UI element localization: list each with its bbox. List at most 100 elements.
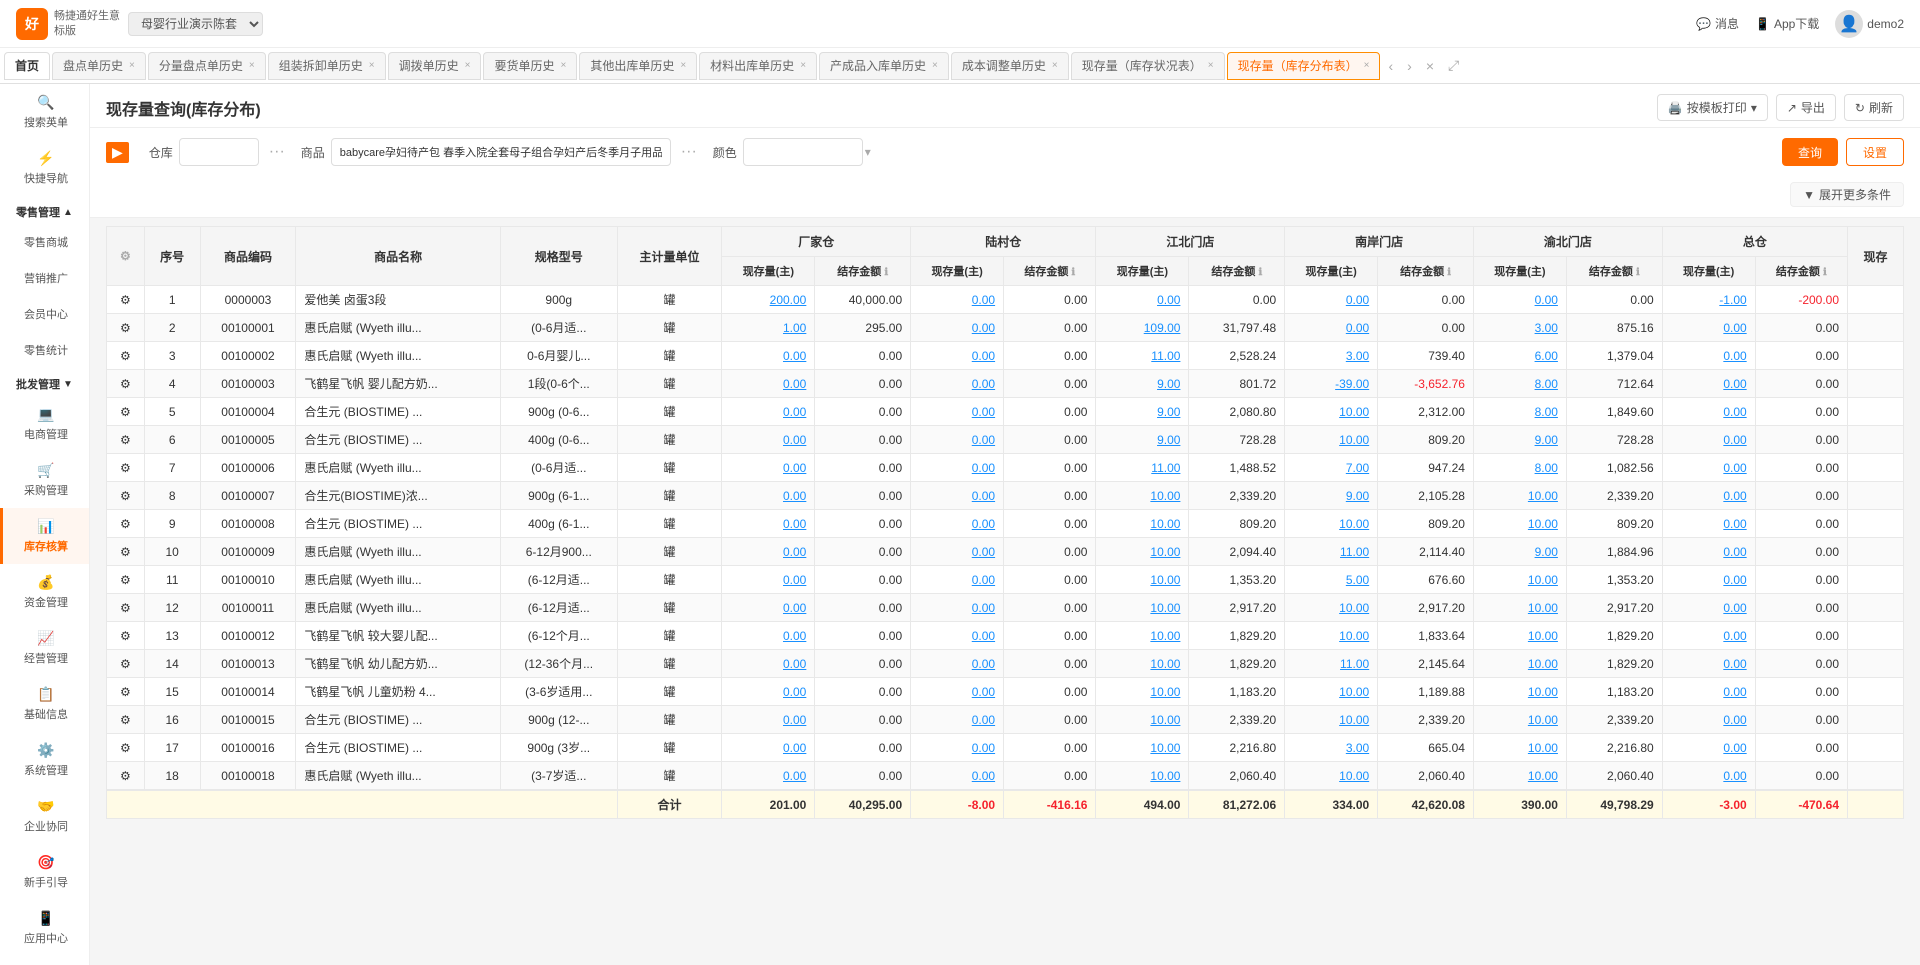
cell-jb-qty[interactable]: 9.00 [1096,426,1189,454]
cell-total-qty[interactable]: 0.00 [1662,482,1755,510]
tab-close-all-btn[interactable]: × [1420,58,1440,74]
cell-yb-qty[interactable]: 9.00 [1473,538,1566,566]
cell-yb-qty[interactable]: 10.00 [1473,762,1566,791]
tab-t8[interactable]: 产成品入库单历史 × [819,52,949,80]
cell-jb-qty[interactable]: 10.00 [1096,566,1189,594]
col-gear[interactable]: ⚙ [107,227,145,286]
cell-fc-qty[interactable]: 0.00 [722,734,815,762]
sidebar-item-inventory[interactable]: 📊 库存核算 [0,508,89,564]
cell-yb-qty[interactable]: 10.00 [1473,678,1566,706]
tab-t9[interactable]: 成本调整单历史 × [951,52,1069,80]
cell-yb-qty[interactable]: 3.00 [1473,314,1566,342]
cell-jb-qty[interactable]: 10.00 [1096,734,1189,762]
expand-btn[interactable]: ▶ [106,142,129,163]
cell-lc-qty[interactable]: 0.00 [911,370,1004,398]
cell-fc-qty[interactable]: 0.00 [722,370,815,398]
cell-na-qty[interactable]: 10.00 [1285,594,1378,622]
close-tab-t10[interactable]: × [1208,60,1214,71]
cell-fc-qty[interactable]: 0.00 [722,622,815,650]
cell-fc-qty[interactable]: 0.00 [722,594,815,622]
cell-na-qty[interactable]: 11.00 [1285,650,1378,678]
cell-lc-qty[interactable]: 0.00 [911,734,1004,762]
sidebar-item-apps[interactable]: 📱 应用中心 [0,900,89,956]
cell-na-qty[interactable]: 10.00 [1285,622,1378,650]
sidebar-item-marketing[interactable]: 营销推广 [0,260,89,296]
cell-total-qty[interactable]: 0.00 [1662,650,1755,678]
cell-lc-qty[interactable]: 0.00 [911,706,1004,734]
tab-t7[interactable]: 材料出库单历史 × [699,52,817,80]
cell-gear[interactable]: ⚙ [107,734,145,762]
close-tab-t6[interactable]: × [680,60,686,71]
cell-total-qty[interactable]: 0.00 [1662,370,1755,398]
warehouse-dots[interactable]: ··· [269,143,285,161]
tab-t1[interactable]: 盘点单历史 × [52,52,146,80]
cell-yb-qty[interactable]: 10.00 [1473,594,1566,622]
jb-amt-info-icon[interactable]: ℹ [1258,267,1262,278]
sidebar-item-operations[interactable]: 📈 经营管理 [0,620,89,676]
sidebar-item-weixin[interactable]: 💬 企业微信 [0,956,89,965]
tab-t4[interactable]: 调拨单历史 × [388,52,482,80]
cell-na-qty[interactable]: 10.00 [1285,678,1378,706]
cell-yb-qty[interactable]: 10.00 [1473,566,1566,594]
sidebar-item-search[interactable]: 🔍 搜索英单 [0,84,89,140]
cell-jb-qty[interactable]: 10.00 [1096,538,1189,566]
cell-total-qty[interactable]: 0.00 [1662,734,1755,762]
cell-gear[interactable]: ⚙ [107,538,145,566]
cell-jb-qty[interactable]: 10.00 [1096,678,1189,706]
close-tab-t7[interactable]: × [800,60,806,71]
cell-jb-qty[interactable]: 10.00 [1096,622,1189,650]
cell-fc-qty[interactable]: 0.00 [722,762,815,791]
sidebar-item-member[interactable]: 会员中心 [0,296,89,332]
cell-total-qty[interactable]: 0.00 [1662,678,1755,706]
cell-jb-qty[interactable]: 9.00 [1096,370,1189,398]
na-amt-info-icon[interactable]: ℹ [1447,267,1451,278]
cell-lc-qty[interactable]: 0.00 [911,482,1004,510]
sidebar-item-retail-stats[interactable]: 零售统计 [0,332,89,368]
cell-total-qty[interactable]: 0.00 [1662,510,1755,538]
sidebar-item-system[interactable]: ⚙️ 系统管理 [0,732,89,788]
color-input[interactable] [743,138,863,166]
cell-lc-qty[interactable]: 0.00 [911,538,1004,566]
cell-na-qty[interactable]: -39.00 [1285,370,1378,398]
goods-input[interactable] [331,138,671,166]
cell-lc-qty[interactable]: 0.00 [911,286,1004,314]
tab-expand-btn[interactable]: ⤢ [1442,57,1465,74]
refresh-btn[interactable]: ↻ 刷新 [1844,94,1904,121]
cell-na-qty[interactable]: 3.00 [1285,342,1378,370]
close-tab-t11[interactable]: × [1364,60,1370,71]
cell-fc-qty[interactable]: 0.00 [722,678,815,706]
cell-gear[interactable]: ⚙ [107,314,145,342]
cell-gear[interactable]: ⚙ [107,510,145,538]
cell-lc-qty[interactable]: 0.00 [911,342,1004,370]
cell-na-qty[interactable]: 9.00 [1285,482,1378,510]
sidebar-item-purchase[interactable]: 🛒 采购管理 [0,452,89,508]
cell-total-qty[interactable]: 0.00 [1662,398,1755,426]
cell-total-qty[interactable]: 0.00 [1662,538,1755,566]
cell-lc-qty[interactable]: 0.00 [911,566,1004,594]
cell-jb-qty[interactable]: 10.00 [1096,482,1189,510]
cell-fc-qty[interactable]: 0.00 [722,454,815,482]
query-btn[interactable]: 查询 [1782,138,1838,166]
cell-gear[interactable]: ⚙ [107,454,145,482]
tab-home[interactable]: 首页 [4,52,50,80]
cell-lc-qty[interactable]: 0.00 [911,678,1004,706]
cell-total-qty[interactable]: 0.00 [1662,706,1755,734]
close-tab-t9[interactable]: × [1052,60,1058,71]
cell-lc-qty[interactable]: 0.00 [911,650,1004,678]
cell-total-qty[interactable]: 0.00 [1662,566,1755,594]
cell-fc-qty[interactable]: 0.00 [722,398,815,426]
total-amt-info-icon[interactable]: ℹ [1823,267,1827,278]
app-download-btn[interactable]: 📱 App下载 [1755,15,1819,32]
cell-fc-qty[interactable]: 0.00 [722,342,815,370]
cell-lc-qty[interactable]: 0.00 [911,622,1004,650]
cell-lc-qty[interactable]: 0.00 [911,762,1004,791]
cell-yb-qty[interactable]: 10.00 [1473,706,1566,734]
cell-lc-qty[interactable]: 0.00 [911,426,1004,454]
cell-yb-qty[interactable]: 9.00 [1473,426,1566,454]
cell-gear[interactable]: ⚙ [107,566,145,594]
cell-gear[interactable]: ⚙ [107,762,145,791]
cell-gear[interactable]: ⚙ [107,650,145,678]
cell-total-qty[interactable]: -1.00 [1662,286,1755,314]
cell-gear[interactable]: ⚙ [107,286,145,314]
cell-na-qty[interactable]: 10.00 [1285,426,1378,454]
